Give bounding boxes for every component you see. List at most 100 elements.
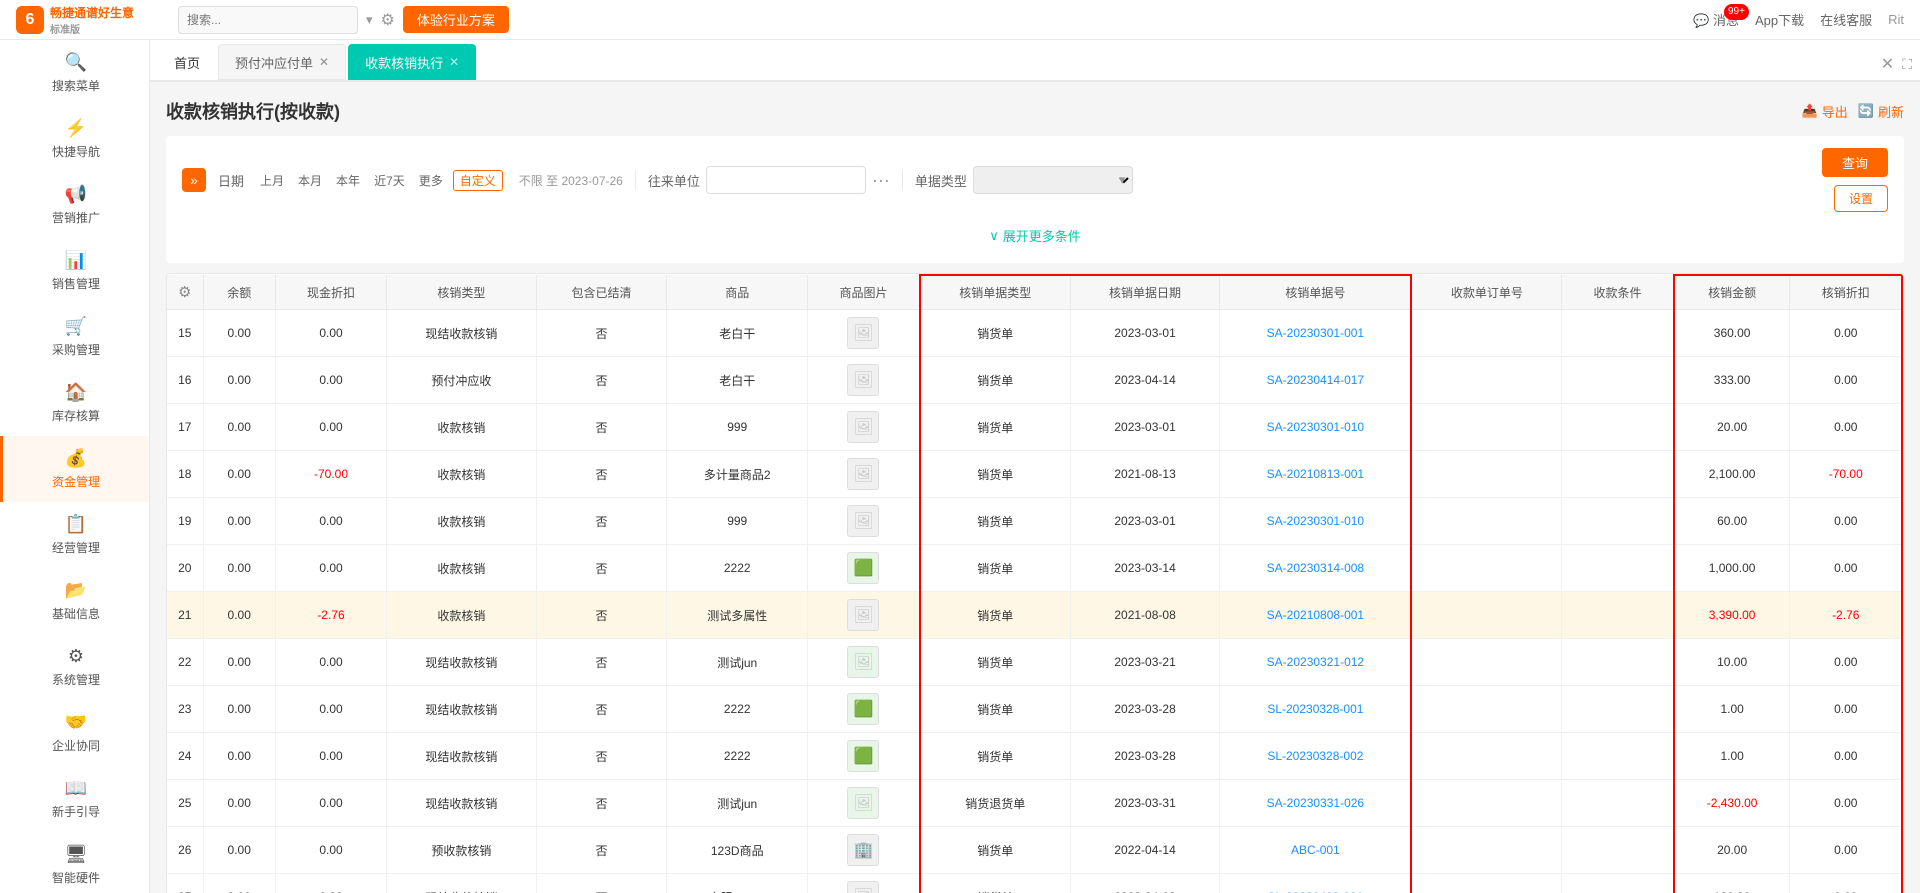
bill-no-link[interactable]: SA-20230301-001 xyxy=(1267,326,1364,340)
page-actions: 📤 导出 🔄 刷新 xyxy=(1802,102,1904,121)
td-settled: 否 xyxy=(536,639,666,686)
settings-button[interactable]: 设置 xyxy=(1834,185,1888,212)
tab-bar: 首页 预付冲应付单 ✕ 收款核销执行 ✕ ✕ ⛶ xyxy=(150,40,1920,82)
sidebar-label-purchase: 采购管理 xyxy=(52,341,100,358)
top-search-input[interactable] xyxy=(178,6,358,34)
sidebar-item-system[interactable]: ⚙ 系统管理 xyxy=(0,634,149,700)
filter-bill-type-select[interactable] xyxy=(973,166,1133,194)
bill-no-link[interactable]: SA-20230331-026 xyxy=(1267,796,1364,810)
logo-icon: 6 xyxy=(16,6,44,34)
industry-solution-button[interactable]: 体验行业方案 xyxy=(403,6,509,33)
td-id: 24 xyxy=(167,733,203,780)
td-bill-date: 2023-04-14 xyxy=(1070,357,1220,404)
td-bill-date: 2023-03-31 xyxy=(1070,780,1220,827)
column-settings-icon[interactable]: ⚙ xyxy=(178,284,191,301)
th-gear[interactable]: ⚙ xyxy=(167,275,203,310)
table-row: 22 0.00 0.00 现结收款核销 否 测试jun 🖼 销货单 2023-0… xyxy=(167,639,1902,686)
tab-home[interactable]: 首页 xyxy=(158,44,216,80)
query-button[interactable]: 查询 xyxy=(1822,148,1888,177)
bill-no-link[interactable]: SA-20230314-008 xyxy=(1267,561,1364,575)
td-pay-cond xyxy=(1562,639,1674,686)
td-product-img: 🖼 xyxy=(808,874,920,893)
sidebar-item-quick[interactable]: ⚡ 快捷导航 xyxy=(0,106,149,172)
sidebar-item-sales[interactable]: 📊 销售管理 xyxy=(0,238,149,304)
sidebar-item-finance[interactable]: 💰 资金管理 xyxy=(0,436,149,502)
filter-bill-type-label: 单据类型 xyxy=(915,171,967,190)
bill-no-link[interactable]: SA-20210808-001 xyxy=(1267,608,1364,622)
td-discount: 0.00 xyxy=(275,874,386,893)
th-type: 核销类型 xyxy=(387,275,537,310)
expand-tab-icon[interactable]: ⛶ xyxy=(1902,56,1912,73)
td-order-no xyxy=(1411,827,1562,874)
table-row: 24 0.00 0.00 现结收款核销 否 2222 🟩 销货单 2023-03… xyxy=(167,733,1902,780)
bill-no-link[interactable]: ABC-001 xyxy=(1291,843,1340,857)
filter-expand-row: ∨ 展开更多条件 xyxy=(182,220,1888,251)
product-image: 🖼 xyxy=(847,411,879,443)
sidebar-item-marketing[interactable]: 📢 营销推广 xyxy=(0,172,149,238)
filter-date-this-month[interactable]: 本月 xyxy=(294,170,326,191)
td-pay-cond xyxy=(1562,827,1674,874)
td-id: 23 xyxy=(167,686,203,733)
td-bill-date: 2023-03-01 xyxy=(1070,498,1220,545)
sidebar-item-guide[interactable]: 📖 新手引导 xyxy=(0,766,149,832)
bill-no-link[interactable]: SL-20230328-001 xyxy=(1267,702,1363,716)
td-order-no xyxy=(1411,780,1562,827)
sidebar-item-basic[interactable]: 📂 基础信息 xyxy=(0,568,149,634)
refresh-button[interactable]: 🔄 刷新 xyxy=(1858,102,1904,121)
tab-prepay[interactable]: 预付冲应付单 ✕ xyxy=(218,44,346,80)
bill-no-link[interactable]: SA-20230414-017 xyxy=(1267,373,1364,387)
sidebar-item-search[interactable]: 🔍 搜索菜单 xyxy=(0,40,149,106)
sidebar-item-hardware[interactable]: 🖥 智能硬件 xyxy=(0,832,149,893)
bill-no-link[interactable]: SA-20230301-010 xyxy=(1267,514,1364,528)
gear-icon[interactable]: ⚙ xyxy=(381,10,395,30)
close-tab-icon[interactable]: ✕ xyxy=(1881,54,1894,74)
filter-date-this-year[interactable]: 本年 xyxy=(332,170,364,191)
filter-date-custom[interactable]: 自定义 xyxy=(453,170,503,191)
bill-no-link[interactable]: SA-20210813-001 xyxy=(1267,467,1364,481)
bill-no-link[interactable]: SA-20230301-010 xyxy=(1267,420,1364,434)
filter-date-last-month[interactable]: 上月 xyxy=(256,170,288,191)
filter-date-more[interactable]: 更多 xyxy=(415,170,447,191)
table-row: 26 0.00 0.00 预收款核销 否 123D商品 🏢 销货单 2022-0… xyxy=(167,827,1902,874)
td-id: 22 xyxy=(167,639,203,686)
td-settled: 否 xyxy=(536,451,666,498)
filter-date-label: 日期 xyxy=(218,171,244,190)
td-amount: 3,390.00 xyxy=(1674,592,1790,639)
app-download-link[interactable]: App下载 xyxy=(1755,10,1804,29)
filter-toggle-button[interactable]: » xyxy=(182,168,206,192)
bill-no-link[interactable]: SL-20230328-002 xyxy=(1267,749,1363,763)
filter-date-7days[interactable]: 近7天 xyxy=(370,170,409,191)
sidebar-label-finance: 资金管理 xyxy=(52,473,100,490)
search-icon: 🔍 xyxy=(65,52,87,73)
tab-writeoff[interactable]: 收款核销执行 ✕ xyxy=(348,44,476,80)
filter-partner-more[interactable]: ··· xyxy=(872,170,890,191)
filter-expand-button[interactable]: ∨ 展开更多条件 xyxy=(989,226,1081,245)
sidebar-item-inventory[interactable]: 🏠 库存核算 xyxy=(0,370,149,436)
online-service-link[interactable]: 在线客服 xyxy=(1820,10,1872,29)
sidebar-item-operation[interactable]: 📋 经营管理 xyxy=(0,502,149,568)
td-discount: 0.00 xyxy=(275,686,386,733)
td-bill-type: 销货单 xyxy=(920,592,1071,639)
bill-no-link[interactable]: SA-20230321-012 xyxy=(1267,655,1364,669)
sidebar-item-purchase[interactable]: 🛒 采购管理 xyxy=(0,304,149,370)
tab-prepay-close[interactable]: ✕ xyxy=(319,55,329,69)
tab-actions: ✕ ⛶ xyxy=(1881,54,1912,80)
filter-partner-input[interactable] xyxy=(706,166,866,194)
td-product: 测试jun xyxy=(667,780,808,827)
td-settled: 否 xyxy=(536,545,666,592)
export-button[interactable]: 📤 导出 xyxy=(1802,102,1848,121)
message-badge[interactable]: 💬 消息 99+ xyxy=(1693,10,1739,29)
td-bill-no: SA-20210813-001 xyxy=(1220,451,1411,498)
quick-icon: ⚡ xyxy=(65,118,87,139)
td-order-no xyxy=(1411,310,1562,357)
td-writeoff: 0.00 xyxy=(1790,498,1902,545)
tab-writeoff-close[interactable]: ✕ xyxy=(449,55,459,69)
td-pay-cond xyxy=(1562,357,1674,404)
sidebar-label-collab: 企业协同 xyxy=(52,737,100,754)
sidebar-item-collab[interactable]: 🤝 企业协同 xyxy=(0,700,149,766)
td-writeoff: -2.76 xyxy=(1790,592,1902,639)
td-product: 2222 xyxy=(667,545,808,592)
user-label[interactable]: Rit xyxy=(1888,12,1904,27)
td-writeoff: 0.00 xyxy=(1790,874,1902,893)
dropdown-icon[interactable]: ▾ xyxy=(366,12,373,28)
